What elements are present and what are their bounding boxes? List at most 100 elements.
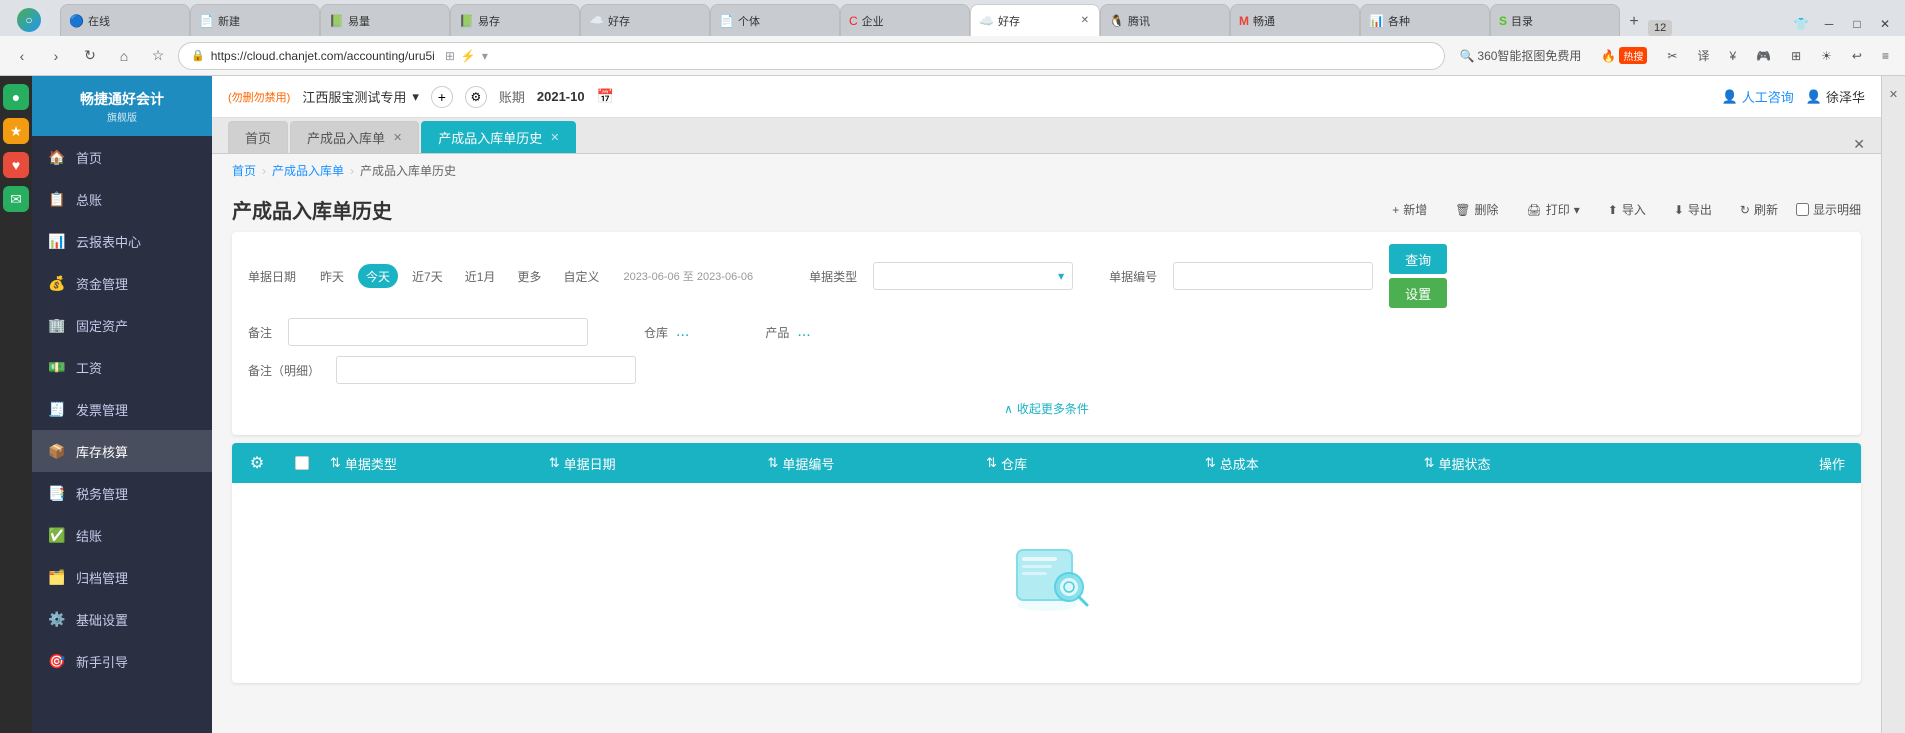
th-total-cost[interactable]: ⇅ 总成本 (1197, 454, 1416, 473)
show-detail-check[interactable]: 显示明细 (1796, 201, 1861, 218)
th-settings[interactable]: ⚙ (232, 453, 282, 473)
refresh-page-button[interactable]: ↻ 刷新 (1730, 196, 1788, 224)
breadcrumb-home[interactable]: 首页 (232, 162, 256, 179)
date-today[interactable]: 今天 (358, 264, 398, 288)
page-tab-home[interactable]: 首页 (228, 121, 288, 153)
tab-item-1[interactable]: 🔵 在线 (60, 4, 190, 36)
sidebar-item-home[interactable]: 🏠 首页 (32, 136, 212, 178)
page-close-all-button[interactable]: ✕ (1853, 136, 1865, 153)
date-1month[interactable]: 近1月 (457, 264, 504, 288)
date-more[interactable]: 更多 (509, 264, 549, 288)
company-selector[interactable]: 江西服宝测试专用 ▾ (302, 87, 419, 106)
settings-company-button[interactable]: ⚙ (465, 86, 487, 108)
tab-item-10[interactable]: M 畅通 (1230, 4, 1360, 36)
sidebar-item-ledger[interactable]: 📋 总账 (32, 178, 212, 220)
sidebar-item-guide[interactable]: 🎯 新手引导 (32, 640, 212, 682)
tab-item-7[interactable]: C 企业 (840, 4, 970, 36)
settings-query-button[interactable]: 设置 (1389, 278, 1447, 308)
detail-notes-input[interactable] (336, 356, 636, 384)
grid-tool[interactable]: ⊞ (1783, 42, 1809, 70)
sidebar-item-settings[interactable]: ⚙️ 基础设置 (32, 598, 212, 640)
tab-item-12[interactable]: S 目录 (1490, 4, 1620, 36)
tab-item-3[interactable]: 📗 易量 (320, 4, 450, 36)
quick-app-2[interactable]: ★ (3, 118, 29, 144)
import-button[interactable]: ⬆ 导入 (1598, 196, 1656, 224)
tab-item-2[interactable]: 📄 新建 (190, 4, 320, 36)
undo-tool[interactable]: ↩ (1844, 42, 1870, 70)
doc-num-input[interactable] (1173, 262, 1373, 290)
page-tab-close-history[interactable]: ✕ (550, 131, 559, 144)
address-input[interactable]: 🔒 https://cloud.chanjet.com/accounting/u… (178, 42, 1445, 70)
show-detail-checkbox[interactable] (1796, 203, 1809, 216)
date-7days[interactable]: 近7天 (404, 264, 451, 288)
date-yesterday[interactable]: 昨天 (312, 264, 352, 288)
page-tab-history[interactable]: 产成品入库单历史 ✕ (421, 121, 576, 153)
date-custom[interactable]: 自定义 (555, 264, 607, 288)
tab-item-6[interactable]: 📄 个体 (710, 4, 840, 36)
currency-tool[interactable]: ¥ (1721, 42, 1744, 70)
page-tab-inbound[interactable]: 产成品入库单 ✕ (290, 121, 419, 153)
maximize-button[interactable]: □ (1845, 12, 1869, 36)
customize-button[interactable]: 👕 (1789, 12, 1813, 36)
sidebar-item-funds[interactable]: 💰 资金管理 (32, 262, 212, 304)
close-button[interactable]: ✕ (1873, 12, 1897, 36)
home-button[interactable]: ⌂ (110, 42, 138, 70)
print-button[interactable]: 🖨 打印 ▾ (1516, 196, 1589, 224)
period-calendar-icon[interactable]: 📅 (597, 88, 614, 105)
quick-app-3[interactable]: ♥ (3, 152, 29, 178)
right-panel-close[interactable]: ✕ (1883, 84, 1904, 105)
product-more-dots[interactable]: ... (797, 323, 810, 341)
delete-button[interactable]: 🗑 删除 (1445, 196, 1508, 224)
tab-item-9[interactable]: 🐧 腾讯 (1100, 4, 1230, 36)
add-company-button[interactable]: + (431, 86, 453, 108)
page-tab-close-inbound[interactable]: ✕ (393, 131, 402, 144)
sidebar-item-payroll[interactable]: 💵 工资 (32, 346, 212, 388)
sidebar-item-closing[interactable]: ✅ 结账 (32, 514, 212, 556)
breadcrumb-inbound[interactable]: 产成品入库单 (272, 162, 344, 179)
search-tool[interactable]: 🔍 360智能抠图免费用 (1451, 42, 1589, 70)
user-name-display[interactable]: 👤 徐泽华 (1806, 87, 1865, 106)
forward-button[interactable]: › (42, 42, 70, 70)
tab-close-8[interactable]: ✕ (1079, 13, 1091, 28)
th-doc-num[interactable]: ⇅ 单据编号 (759, 454, 978, 473)
select-all-checkbox[interactable] (295, 456, 309, 470)
game-tool[interactable]: 🎮 (1748, 42, 1779, 70)
th-doc-status[interactable]: ⇅ 单据状态 (1416, 454, 1635, 473)
hot-search[interactable]: 🔥 热搜 (1593, 42, 1655, 70)
th-doc-date[interactable]: ⇅ 单据日期 (541, 454, 760, 473)
tab-item-5[interactable]: ☁️ 好存 (580, 4, 710, 36)
th-checkbox[interactable] (282, 456, 322, 470)
table-settings-gear-icon[interactable]: ⚙ (250, 453, 264, 473)
back-button[interactable]: ‹ (8, 42, 36, 70)
bookmark-button[interactable]: ☆ (144, 42, 172, 70)
notes-input[interactable] (288, 318, 588, 346)
sidebar-item-assets[interactable]: 🏢 固定资产 (32, 304, 212, 346)
th-doc-type[interactable]: ⇅ 单据类型 (322, 454, 541, 473)
add-button[interactable]: + 新增 (1382, 196, 1437, 224)
warehouse-more-dots[interactable]: ... (676, 323, 689, 341)
user-service-link[interactable]: 👤 人工咨询 (1722, 87, 1794, 106)
sidebar-item-reports[interactable]: 📊 云报表中心 (32, 220, 212, 262)
sidebar-item-inventory[interactable]: 📦 库存核算 (32, 430, 212, 472)
quick-app-1[interactable]: ● (3, 84, 29, 110)
sidebar-item-invoices[interactable]: 🧾 发票管理 (32, 388, 212, 430)
more-tool[interactable]: ≡ (1874, 42, 1897, 70)
quick-app-4[interactable]: ✉ (3, 186, 29, 212)
new-tab-button[interactable]: + (1620, 8, 1648, 36)
browser-logo[interactable]: ○ (17, 8, 41, 32)
refresh-button[interactable]: ↻ (76, 42, 104, 70)
export-button[interactable]: ⬇ 导出 (1664, 196, 1722, 224)
sidebar-item-tax[interactable]: 📑 税务管理 (32, 472, 212, 514)
th-warehouse[interactable]: ⇅ 仓库 (978, 454, 1197, 473)
doc-type-select[interactable]: ▾ (873, 262, 1073, 290)
sidebar-item-archive[interactable]: 🗂️ 归档管理 (32, 556, 212, 598)
tab-item-4[interactable]: 📗 易存 (450, 4, 580, 36)
collapse-filters-button[interactable]: ∧ 收起更多条件 (248, 394, 1845, 423)
tab-item-11[interactable]: 📊 各种 (1360, 4, 1490, 36)
theme-tool[interactable]: ☀ (1813, 42, 1840, 70)
query-button[interactable]: 查询 (1389, 244, 1447, 274)
translate-tool[interactable]: 译 (1689, 42, 1717, 70)
minimize-button[interactable]: ─ (1817, 12, 1841, 36)
scissors-tool[interactable]: ✂ (1659, 42, 1685, 70)
tab-item-8[interactable]: ☁️ 好存 ✕ (970, 4, 1100, 36)
